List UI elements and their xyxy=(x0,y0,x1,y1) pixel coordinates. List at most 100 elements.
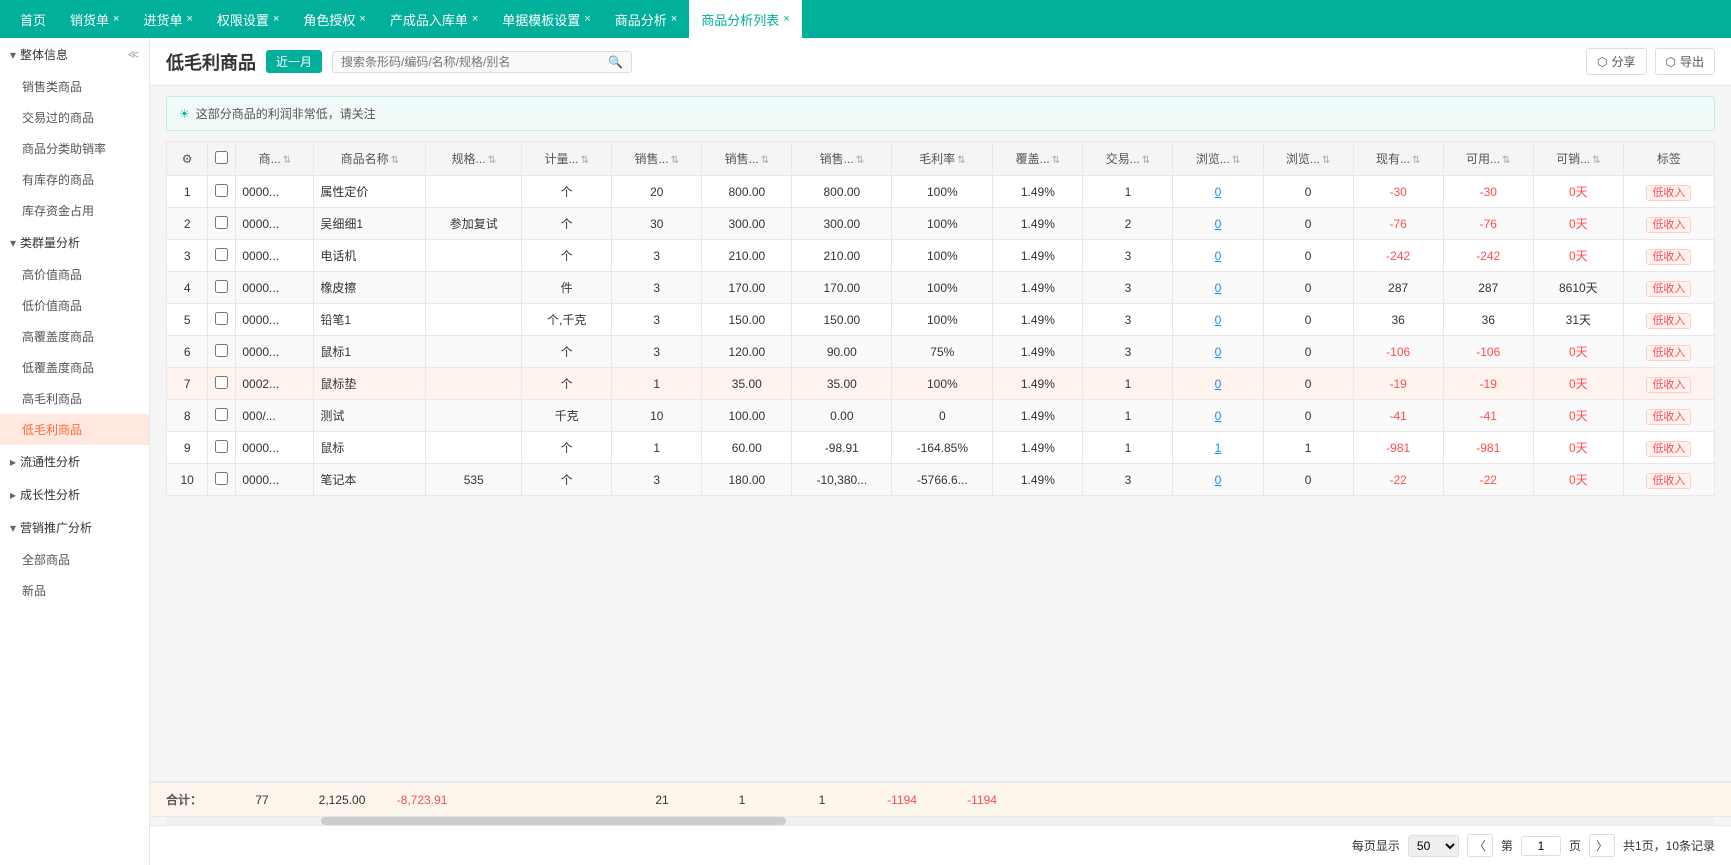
next-page-button[interactable]: 〉 xyxy=(1589,834,1615,857)
sidebar-item-low-value[interactable]: 低价值商品 xyxy=(0,290,149,321)
search-input[interactable] xyxy=(341,55,608,69)
col-spec[interactable]: 规格...⇅ xyxy=(426,142,522,176)
row-checkbox[interactable] xyxy=(208,176,236,208)
sidebar-item-high-coverage[interactable]: 高覆盖度商品 xyxy=(0,321,149,352)
sidebar-collapse-btn[interactable]: ≪ xyxy=(127,48,139,61)
col-unit[interactable]: 计量...⇅ xyxy=(522,142,612,176)
row-browse1[interactable]: 0 xyxy=(1173,240,1263,272)
row-checkbox[interactable] xyxy=(208,464,236,496)
col-code[interactable]: 商...⇅ xyxy=(236,142,314,176)
scrollbar-thumb[interactable] xyxy=(321,817,786,825)
nav-roles[interactable]: 角色授权× xyxy=(291,0,377,38)
sidebar-item-stock-capital[interactable]: 库存资金占用 xyxy=(0,195,149,226)
time-filter-button[interactable]: 近一月 xyxy=(266,50,322,73)
sidebar-item-category-rate[interactable]: 商品分类助销率 xyxy=(0,133,149,164)
col-trade-count[interactable]: 交易...⇅ xyxy=(1083,142,1173,176)
sidebar-group-cluster[interactable]: ▾ 类群量分析 xyxy=(0,226,149,259)
row-checkbox[interactable] xyxy=(208,208,236,240)
row-checkbox[interactable] xyxy=(208,272,236,304)
row-browse1[interactable]: 0 xyxy=(1173,304,1263,336)
nav-product-analysis[interactable]: 商品分析× xyxy=(603,0,689,38)
col-name[interactable]: 商品名称⇅ xyxy=(314,142,426,176)
row-checkbox[interactable] xyxy=(208,400,236,432)
search-box[interactable]: 🔍 xyxy=(332,51,632,73)
nav-product-entry[interactable]: 产成品入库单× xyxy=(378,0,490,38)
nav-sales-order[interactable]: 销货单× xyxy=(58,0,131,38)
col-sales-qty[interactable]: 销售...⇅ xyxy=(612,142,702,176)
nav-purchase-order[interactable]: 进货单× xyxy=(131,0,204,38)
row-checkbox[interactable] xyxy=(208,432,236,464)
row-browse1[interactable]: 0 xyxy=(1173,400,1263,432)
nav-close-icon[interactable]: × xyxy=(584,13,590,25)
sidebar-item-in-stock[interactable]: 有库存的商品 xyxy=(0,164,149,195)
nav-close-icon[interactable]: × xyxy=(472,13,478,25)
col-coverage[interactable]: 覆盖...⇅ xyxy=(993,142,1083,176)
search-icon[interactable]: 🔍 xyxy=(608,55,623,69)
nav-close-icon[interactable]: × xyxy=(783,13,789,25)
select-all-checkbox[interactable] xyxy=(215,151,228,164)
row-checkbox[interactable] xyxy=(208,336,236,368)
sidebar-item-all-goods[interactable]: 全部商品 xyxy=(0,544,149,575)
sidebar-group-liquidity-label: 流通性分析 xyxy=(20,453,80,470)
nav-home[interactable]: 首页 xyxy=(8,0,58,38)
sidebar-group-marketing[interactable]: ▾ 营销推广分析 xyxy=(0,511,149,544)
row-select-checkbox[interactable] xyxy=(215,216,228,229)
row-sales-price: 60.00 xyxy=(702,432,792,464)
share-button[interactable]: ⬡ 分享 xyxy=(1586,48,1647,75)
table-container[interactable]: ⚙ 商...⇅ 商品名称⇅ 规格...⇅ 计量...⇅ 销售...⇅ 销售...… xyxy=(150,131,1731,781)
col-sales-amount[interactable]: 销售...⇅ xyxy=(792,142,892,176)
row-browse1[interactable]: 0 xyxy=(1173,368,1263,400)
page-input[interactable] xyxy=(1521,836,1561,856)
col-tag[interactable]: 标签 xyxy=(1623,142,1714,176)
row-select-checkbox[interactable] xyxy=(215,280,228,293)
col-current-stock[interactable]: 现有...⇅ xyxy=(1353,142,1443,176)
sidebar-item-high-margin[interactable]: 高毛利商品 xyxy=(0,383,149,414)
sidebar-group-growth[interactable]: ▸ 成长性分析 xyxy=(0,478,149,511)
prev-page-button[interactable]: 〈 xyxy=(1467,834,1493,857)
nav-template-settings[interactable]: 单据模板设置× xyxy=(490,0,602,38)
per-page-select[interactable]: 50 100 200 xyxy=(1408,835,1459,857)
col-browse2[interactable]: 浏览...⇅ xyxy=(1263,142,1353,176)
col-sales-price[interactable]: 销售...⇅ xyxy=(702,142,792,176)
row-checkbox[interactable] xyxy=(208,368,236,400)
nav-close-icon[interactable]: × xyxy=(113,13,119,25)
row-select-checkbox[interactable] xyxy=(215,312,228,325)
export-button[interactable]: ⬡ 导出 xyxy=(1655,48,1716,75)
col-settings[interactable]: ⚙ xyxy=(167,142,208,176)
row-select-checkbox[interactable] xyxy=(215,184,228,197)
sidebar-item-new-goods[interactable]: 新品 xyxy=(0,575,149,606)
nav-product-analysis-list[interactable]: 商品分析列表× xyxy=(689,0,801,38)
row-select-checkbox[interactable] xyxy=(215,376,228,389)
sidebar-item-low-margin[interactable]: 低毛利商品 xyxy=(0,414,149,445)
row-select-checkbox[interactable] xyxy=(215,248,228,261)
nav-close-icon[interactable]: × xyxy=(186,13,192,25)
row-select-checkbox[interactable] xyxy=(215,440,228,453)
nav-permissions[interactable]: 权限设置× xyxy=(205,0,291,38)
row-select-checkbox[interactable] xyxy=(215,408,228,421)
row-browse1[interactable]: 0 xyxy=(1173,464,1263,496)
row-browse1[interactable]: 0 xyxy=(1173,208,1263,240)
col-browse1[interactable]: 浏览...⇅ xyxy=(1173,142,1263,176)
horizontal-scrollbar[interactable] xyxy=(166,817,1715,825)
row-checkbox[interactable] xyxy=(208,240,236,272)
sidebar-group-liquidity[interactable]: ▸ 流通性分析 xyxy=(0,445,149,478)
sidebar-item-low-coverage[interactable]: 低覆盖度商品 xyxy=(0,352,149,383)
row-browse1[interactable]: 0 xyxy=(1173,336,1263,368)
row-browse1[interactable]: 0 xyxy=(1173,176,1263,208)
sidebar-item-high-value[interactable]: 高价值商品 xyxy=(0,259,149,290)
nav-close-icon[interactable]: × xyxy=(359,13,365,25)
row-checkbox[interactable] xyxy=(208,304,236,336)
sidebar-item-sales-goods[interactable]: 销售类商品 xyxy=(0,71,149,102)
nav-close-icon[interactable]: × xyxy=(273,13,279,25)
sidebar-group-overall[interactable]: ▾ 整体信息 ≪ xyxy=(0,38,149,71)
col-checkbox[interactable] xyxy=(208,142,236,176)
col-available[interactable]: 可用...⇅ xyxy=(1443,142,1533,176)
row-select-checkbox[interactable] xyxy=(215,472,228,485)
col-gross-margin[interactable]: 毛利率⇅ xyxy=(892,142,993,176)
nav-close-icon[interactable]: × xyxy=(671,13,677,25)
row-browse1[interactable]: 1 xyxy=(1173,432,1263,464)
col-sellable[interactable]: 可销...⇅ xyxy=(1533,142,1623,176)
sidebar-item-traded-goods[interactable]: 交易过的商品 xyxy=(0,102,149,133)
row-browse1[interactable]: 0 xyxy=(1173,272,1263,304)
row-select-checkbox[interactable] xyxy=(215,344,228,357)
